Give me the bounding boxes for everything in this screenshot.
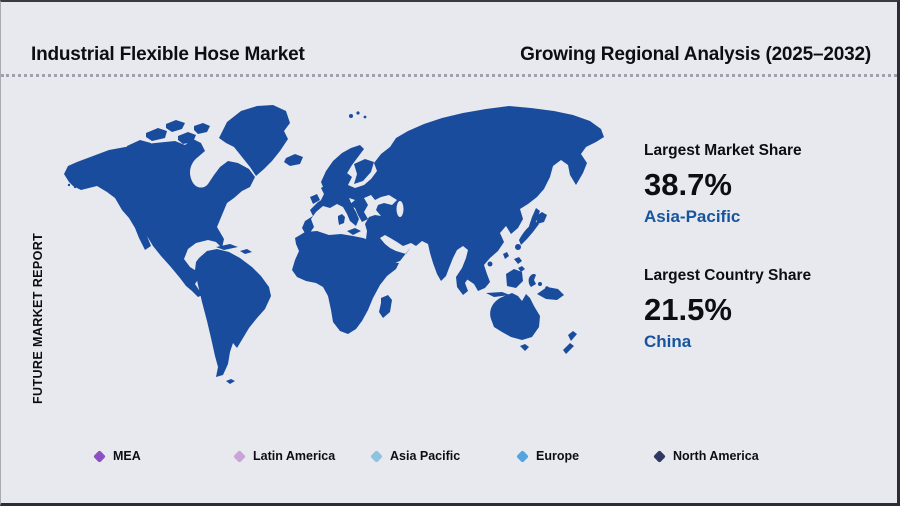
diamond-marker-icon — [233, 449, 246, 463]
stat-label: Largest Market Share — [644, 142, 802, 159]
page-subtitle: Growing Regional Analysis (2025–2032) — [520, 44, 871, 65]
page-title: Industrial Flexible Hose Market — [31, 44, 305, 65]
world-map — [64, 105, 604, 384]
brand-watermark: FUTURE MARKET REPORT — [31, 232, 45, 404]
stat-country-share: Largest Country Share 21.5% China — [644, 267, 894, 352]
region-legend: MEA Latin America Asia Pacific Europe No… — [1, 449, 897, 471]
legend-label: MEA — [113, 449, 141, 463]
legend-item-europe: Europe — [516, 449, 580, 463]
legend-item-asia-pacific: Asia Pacific — [370, 449, 461, 463]
stat-market-share: Largest Market Share 38.7% Asia-Pacific — [644, 142, 894, 227]
legend-label: Europe — [536, 449, 580, 463]
diamond-marker-icon — [653, 449, 666, 463]
stat-value: 38.7% — [644, 167, 732, 202]
stat-region: China — [644, 332, 692, 351]
diamond-marker-icon — [93, 449, 106, 463]
world-map-landmasses — [64, 105, 604, 384]
legend-item-north-america: North America — [653, 449, 759, 463]
legend-item-mea: MEA — [93, 449, 141, 463]
legend-item-latin-america: Latin America — [233, 449, 336, 463]
stat-label: Largest Country Share — [644, 267, 812, 284]
legend-label: North America — [673, 449, 759, 463]
legend-label: Latin America — [253, 449, 336, 463]
stat-region: Asia-Pacific — [644, 207, 741, 226]
diamond-marker-icon — [370, 449, 383, 463]
diamond-marker-icon — [516, 449, 529, 463]
stats-panel: Largest Market Share 38.7% Asia-Pacific … — [644, 142, 894, 352]
infographic-root: Industrial Flexible Hose Market Growing … — [0, 0, 900, 506]
stat-value: 21.5% — [644, 292, 732, 327]
dotted-divider — [1, 74, 897, 77]
legend-label: Asia Pacific — [390, 449, 461, 463]
